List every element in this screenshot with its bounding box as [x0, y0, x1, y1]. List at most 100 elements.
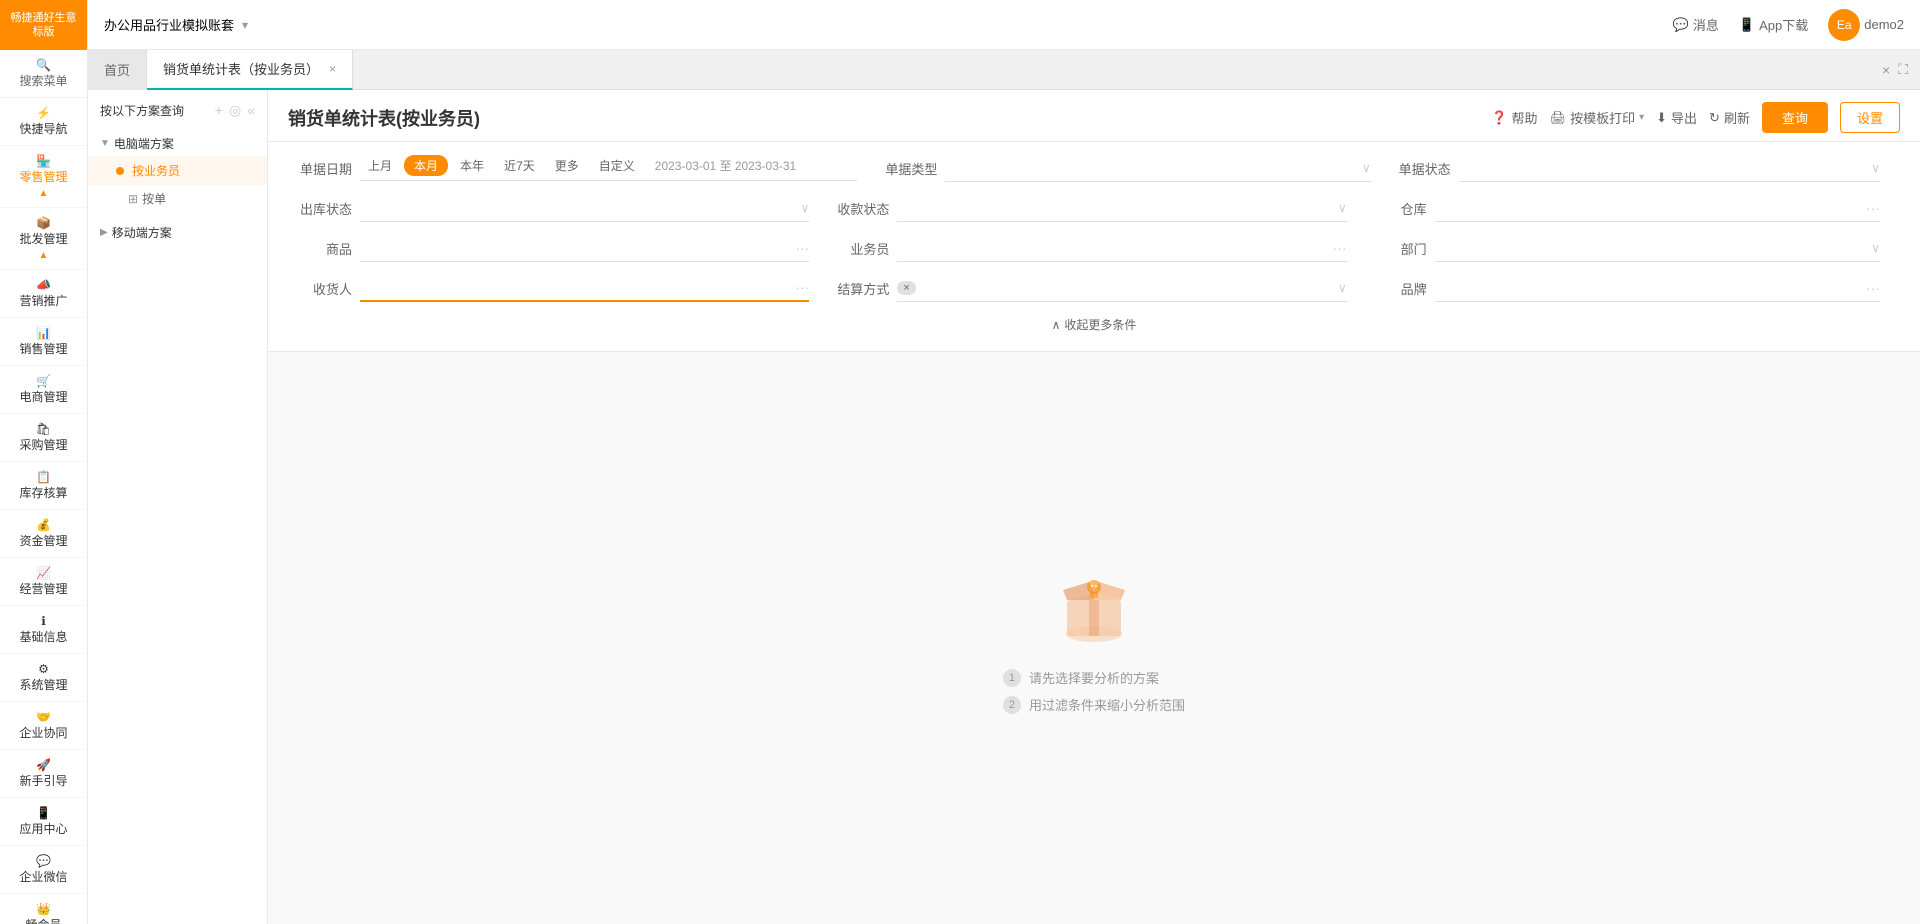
date-shortcuts: 上月 本月 本年 近7天 更多 自定义 2023-03-01 至 2023-03… [360, 155, 796, 176]
tab-sales-stat-label: 销货单统计表（按业务员） [163, 59, 319, 78]
more-date-btn[interactable]: 更多 [547, 155, 587, 176]
header-right: 💬 消息 📱 App下载 Ea demo2 [1673, 9, 1904, 41]
print-btn[interactable]: 🖨 按模板打印 ▾ [1550, 108, 1645, 127]
last-month-btn[interactable]: 上月 [360, 155, 400, 176]
app-logo: 畅捷通好生意 标版 [0, 0, 87, 50]
receiptstatus-label: 收款状态 [825, 199, 897, 218]
tab-home[interactable]: 首页 [88, 50, 147, 90]
close-window-icon[interactable]: × [1882, 62, 1890, 78]
sidebar-item-system[interactable]: ⚙ 系统管理 [0, 654, 87, 702]
salesperson-scheme-item[interactable]: 按业务员 [88, 156, 267, 185]
product-dots-icon[interactable]: ··· [795, 240, 809, 256]
help-btn[interactable]: ❓ 帮助 [1491, 108, 1537, 127]
sidebar: 畅捷通好生意 标版 🔍 搜索菜单 ⚡ 快捷导航 🏪 零售管理 ▲ 📦 批发管理 … [0, 0, 88, 924]
edit-scheme-icon[interactable]: ◎ [229, 102, 241, 119]
sidebar-search[interactable]: 🔍 搜索菜单 [0, 50, 87, 98]
collapse-filter-btn[interactable]: ∧ 收起更多条件 [288, 310, 1900, 339]
sidebar-item-appcenter[interactable]: 📱 应用中心 [0, 798, 87, 846]
receiver-dots-icon[interactable]: ··· [795, 279, 809, 295]
sidebar-item-vip[interactable]: 👑 畅会员 [0, 894, 87, 924]
receiptstatus-dropdown-icon[interactable]: ∨ [1338, 201, 1347, 215]
department-dropdown-icon[interactable]: ∨ [1871, 241, 1880, 255]
settlement-tag[interactable]: × [897, 281, 915, 295]
sidebar-item-marketing[interactable]: 📣 营销推广 [0, 270, 87, 318]
tab-sales-stat[interactable]: 销货单统计表（按业务员） × [147, 50, 353, 90]
sidebar-item-ecommerce[interactable]: 🛒 电商管理 [0, 366, 87, 414]
sidebar-item-finance[interactable]: 💰 资金管理 [0, 510, 87, 558]
department-field[interactable]: ∨ [1435, 234, 1880, 262]
last7-btn[interactable]: 近7天 [496, 155, 543, 176]
mobile-group-header[interactable]: ▶ 移动端方案 [88, 220, 267, 245]
settings-btn[interactable]: 设置 [1840, 102, 1900, 133]
this-year-btn[interactable]: 本年 [452, 155, 492, 176]
sidebar-item-quicknav[interactable]: ⚡ 快捷导航 [0, 98, 87, 146]
sidebar-item-collab[interactable]: 🤝 企业协同 [0, 702, 87, 750]
settlement-tag-close-icon[interactable]: × [903, 282, 909, 294]
warehouse-field[interactable]: ··· [1435, 194, 1880, 222]
outstatus-dropdown-icon[interactable]: ∨ [801, 201, 810, 215]
app-download-btn[interactable]: 📱 App下载 [1739, 15, 1808, 34]
receiver-field[interactable]: ··· [360, 274, 809, 302]
sidebar-item-operations[interactable]: 📈 经营管理 [0, 558, 87, 606]
settlement-field[interactable]: × ∨ [897, 274, 1346, 302]
this-month-btn[interactable]: 本月 [404, 155, 448, 176]
salesperson-dots-icon[interactable]: ··· [1333, 240, 1347, 256]
left-panel-actions: + ◎ « [215, 102, 255, 119]
header-dropdown-icon[interactable]: ▾ [242, 18, 248, 32]
top-header: 办公用品行业模拟账套 ▾ 💬 消息 📱 App下载 Ea demo2 [88, 0, 1920, 50]
message-label: 消息 [1693, 15, 1719, 34]
mobile-group-label: 移动端方案 [112, 224, 172, 241]
custom-date-btn[interactable]: 自定义 [591, 155, 643, 176]
salesperson-field[interactable]: ··· [897, 234, 1346, 262]
receiptstatus-field[interactable]: ∨ [897, 194, 1346, 222]
add-scheme-icon[interactable]: + [215, 102, 223, 119]
export-btn[interactable]: ⬇ 导出 [1656, 108, 1697, 127]
doctype-dropdown-icon[interactable]: ∨ [1362, 161, 1371, 175]
retail-icon: 🏪 [4, 154, 83, 168]
by-order-label: 按单 [142, 190, 166, 207]
desktop-group-header[interactable]: ▼ 电脑端方案 [88, 131, 267, 156]
sidebar-item-retail[interactable]: 🏪 零售管理 ▲ [0, 146, 87, 208]
doctype-field[interactable]: ∨ [945, 154, 1370, 182]
outstatus-field[interactable]: ∨ [360, 194, 809, 222]
mobile-scheme-group: ▶ 移动端方案 [88, 216, 267, 249]
user-avatar-btn[interactable]: Ea demo2 [1828, 9, 1904, 41]
user-name: demo2 [1864, 17, 1904, 32]
product-field[interactable]: ··· [360, 234, 809, 262]
warehouse-dots-icon[interactable]: ··· [1866, 200, 1880, 216]
sidebar-item-inventory[interactable]: 📋 库存核算 [0, 462, 87, 510]
mobile-group-arrow-icon: ▶ [100, 227, 108, 238]
docstatus-field[interactable]: ∨ [1459, 154, 1880, 182]
purchase-icon: 🛍 [4, 422, 83, 436]
search-icon: 🔍 [6, 58, 81, 72]
quicknav-label: 快捷导航 [4, 120, 83, 137]
message-btn[interactable]: 💬 消息 [1673, 15, 1719, 34]
ecommerce-icon: 🛒 [4, 374, 83, 388]
sidebar-item-newguide[interactable]: 🚀 新手引导 [0, 750, 87, 798]
refresh-btn[interactable]: ↻ 刷新 [1709, 108, 1750, 127]
sidebar-item-sales[interactable]: 📊 销售管理 [0, 318, 87, 366]
print-dropdown-icon[interactable]: ▾ [1639, 112, 1644, 123]
sidebar-item-wholesale[interactable]: 📦 批发管理 ▲ [0, 208, 87, 270]
collapse-panel-icon[interactable]: « [247, 102, 255, 119]
inventory-icon: 📋 [4, 470, 83, 484]
sidebar-item-basicinfo[interactable]: ℹ 基础信息 [0, 606, 87, 654]
filter-area: 单据日期 上月 本月 本年 近7天 更多 自定义 2023-03-01 至 20… [268, 142, 1920, 352]
query-btn[interactable]: 查询 [1762, 102, 1828, 133]
brand-field[interactable]: ··· [1435, 274, 1880, 302]
sidebar-item-purchase[interactable]: 🛍 采购管理 [0, 414, 87, 462]
tab-close-btn[interactable]: × [329, 62, 336, 76]
header-left: 办公用品行业模拟账套 ▾ [104, 15, 248, 34]
print-label: 按模板打印 [1570, 108, 1635, 127]
docstatus-dropdown-icon[interactable]: ∨ [1871, 161, 1880, 175]
basicinfo-icon: ℹ [4, 614, 83, 628]
date-filter-label: 单据日期 [288, 159, 360, 178]
by-order-scheme-item[interactable]: ⊞ 按单 [88, 185, 267, 212]
maximize-window-icon[interactable]: ⛶ [1898, 61, 1908, 78]
settlement-dropdown-icon[interactable]: ∨ [1338, 281, 1347, 295]
by-order-icon: ⊞ [128, 192, 138, 206]
sidebar-item-wechat[interactable]: 💬 企业微信 [0, 846, 87, 894]
refresh-icon: ↻ [1709, 110, 1720, 126]
brand-dots-icon[interactable]: ··· [1866, 280, 1880, 296]
docstatus-label: 单据状态 [1387, 159, 1459, 178]
